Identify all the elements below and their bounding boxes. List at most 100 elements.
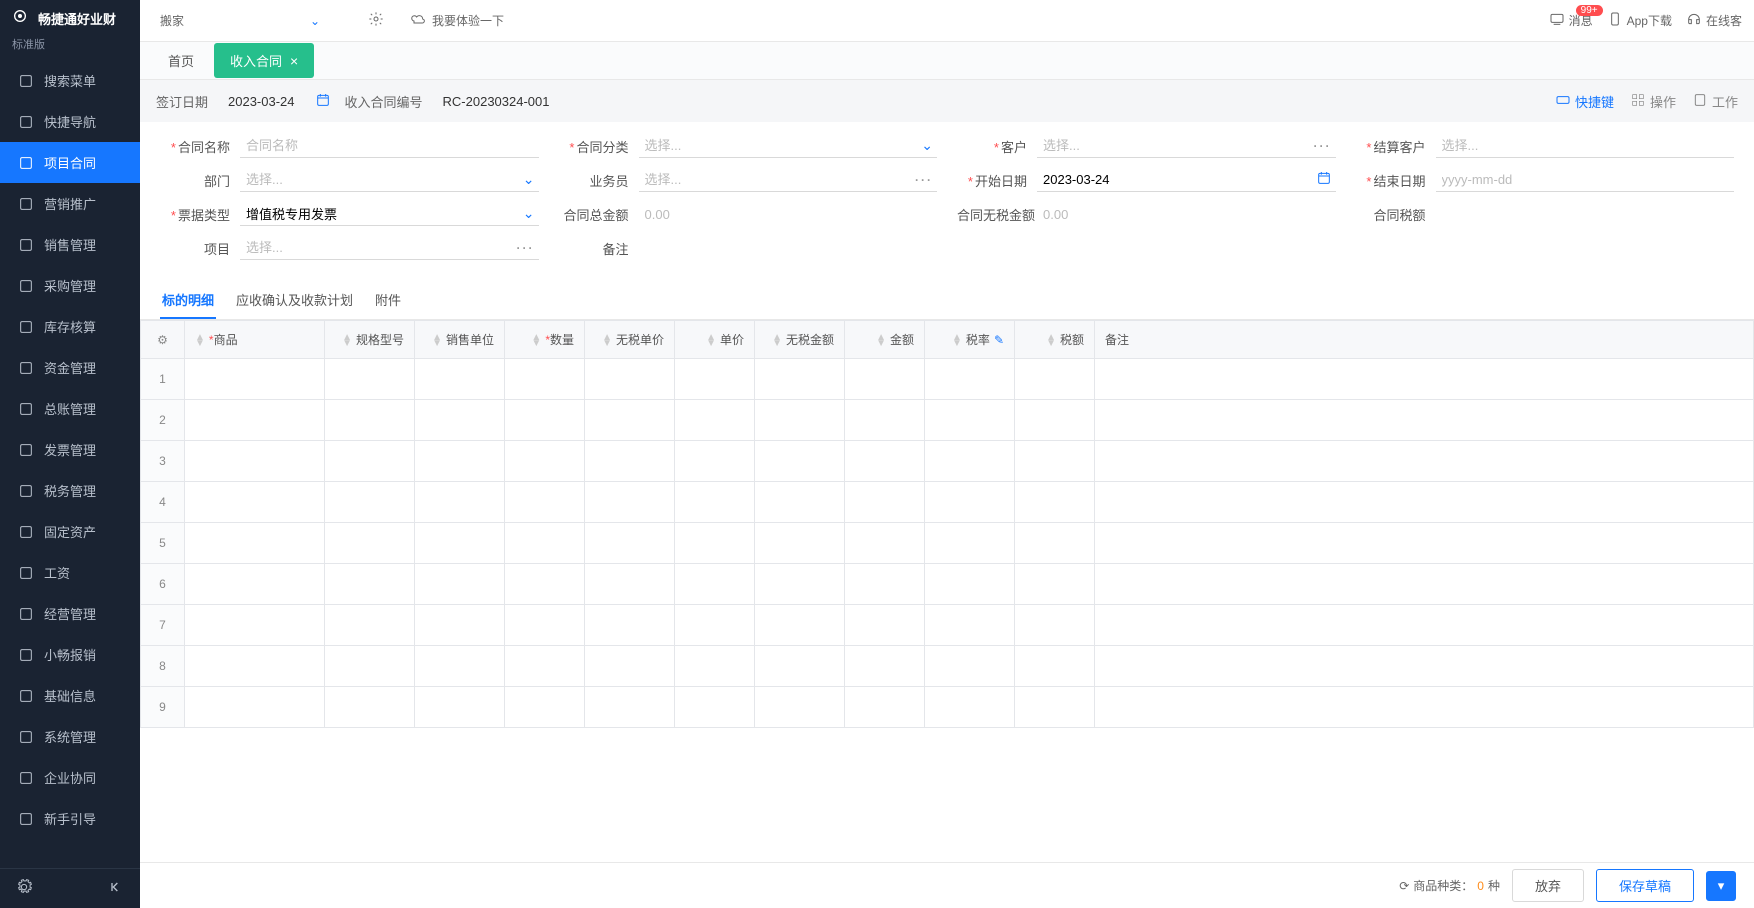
table-cell[interactable] xyxy=(585,564,675,605)
edit-icon[interactable]: ✎ xyxy=(994,333,1004,347)
table-cell[interactable] xyxy=(185,564,325,605)
col-unit[interactable]: ▲▼销售单位 xyxy=(415,321,505,359)
col-price[interactable]: ▲▼单价 xyxy=(675,321,755,359)
table-cell[interactable] xyxy=(845,605,925,646)
table-cell[interactable] xyxy=(845,687,925,728)
sidebar-item-11[interactable]: 固定资产 xyxy=(0,511,140,552)
table-row[interactable]: 4 xyxy=(141,482,1754,523)
table-cell[interactable] xyxy=(415,359,505,400)
table-cell[interactable] xyxy=(925,441,1015,482)
table-row[interactable]: 1 xyxy=(141,359,1754,400)
tab-receivable[interactable]: 应收确认及收款计划 xyxy=(234,282,355,319)
table-cell[interactable] xyxy=(1015,564,1095,605)
table-cell[interactable] xyxy=(1015,646,1095,687)
collapse-icon[interactable] xyxy=(108,879,124,898)
refresh-icon[interactable]: ⟳ xyxy=(1399,879,1409,893)
sidebar-item-15[interactable]: 基础信息 xyxy=(0,675,140,716)
table-cell[interactable] xyxy=(185,687,325,728)
table-cell[interactable] xyxy=(1015,605,1095,646)
table-cell[interactable] xyxy=(585,441,675,482)
table-cell[interactable] xyxy=(415,482,505,523)
table-cell[interactable] xyxy=(1095,605,1754,646)
col-spec[interactable]: ▲▼规格型号 xyxy=(325,321,415,359)
sidebar-item-4[interactable]: 销售管理 xyxy=(0,224,140,265)
col-tax-amount[interactable]: ▲▼税额 xyxy=(1015,321,1095,359)
table-cell[interactable] xyxy=(1015,523,1095,564)
support-button[interactable]: 在线客 xyxy=(1686,11,1742,30)
more-icon[interactable]: ··· xyxy=(911,173,937,187)
col-qty[interactable]: ▲▼*数量 xyxy=(505,321,585,359)
close-icon[interactable]: × xyxy=(290,53,298,69)
project-select[interactable]: ··· xyxy=(240,236,539,260)
settle-customer-select[interactable] xyxy=(1436,134,1735,158)
table-cell[interactable] xyxy=(325,359,415,400)
table-cell[interactable] xyxy=(675,687,755,728)
table-cell[interactable] xyxy=(415,687,505,728)
table-row[interactable]: 3 xyxy=(141,441,1754,482)
col-product[interactable]: ▲▼*商品 xyxy=(185,321,325,359)
table-cell[interactable] xyxy=(845,359,925,400)
table-cell[interactable] xyxy=(925,359,1015,400)
table-cell[interactable] xyxy=(325,646,415,687)
sidebar-item-9[interactable]: 发票管理 xyxy=(0,429,140,470)
table-cell[interactable] xyxy=(325,564,415,605)
table-cell[interactable] xyxy=(845,400,925,441)
table-cell[interactable] xyxy=(325,400,415,441)
table-cell[interactable] xyxy=(925,687,1015,728)
table-cell[interactable] xyxy=(185,359,325,400)
table-cell[interactable] xyxy=(675,605,755,646)
table-cell[interactable] xyxy=(1015,482,1095,523)
table-row[interactable]: 8 xyxy=(141,646,1754,687)
table-cell[interactable] xyxy=(505,646,585,687)
table-cell[interactable] xyxy=(505,359,585,400)
table-cell[interactable] xyxy=(585,605,675,646)
table-cell[interactable] xyxy=(1015,359,1095,400)
sidebar-item-12[interactable]: 工资 xyxy=(0,552,140,593)
table-row[interactable]: 6 xyxy=(141,564,1754,605)
table-cell[interactable] xyxy=(755,605,845,646)
table-cell[interactable] xyxy=(505,564,585,605)
table-cell[interactable] xyxy=(325,687,415,728)
table-cell[interactable] xyxy=(415,400,505,441)
table-cell[interactable] xyxy=(585,646,675,687)
table-cell[interactable] xyxy=(845,564,925,605)
table-cell[interactable] xyxy=(505,605,585,646)
table-cell[interactable] xyxy=(755,646,845,687)
table-cell[interactable] xyxy=(185,400,325,441)
sidebar-item-10[interactable]: 税务管理 xyxy=(0,470,140,511)
table-cell[interactable] xyxy=(505,441,585,482)
table-cell[interactable] xyxy=(325,441,415,482)
table-row[interactable]: 2 xyxy=(141,400,1754,441)
table-cell[interactable] xyxy=(1095,482,1754,523)
calendar-icon[interactable] xyxy=(1312,170,1336,189)
col-remark[interactable]: 备注 xyxy=(1095,321,1754,359)
more-icon[interactable]: ··· xyxy=(513,241,539,255)
table-cell[interactable] xyxy=(845,646,925,687)
remark-input[interactable] xyxy=(639,237,938,260)
sidebar-item-17[interactable]: 企业协同 xyxy=(0,757,140,798)
save-draft-button[interactable]: 保存草稿 xyxy=(1596,869,1694,902)
table-cell[interactable] xyxy=(585,400,675,441)
sidebar-item-0[interactable]: 搜索菜单 xyxy=(0,60,140,101)
sidebar-item-1[interactable]: 快捷导航 xyxy=(0,101,140,142)
table-cell[interactable] xyxy=(925,605,1015,646)
dept-select[interactable]: ⌄ xyxy=(240,168,539,192)
table-cell[interactable] xyxy=(755,400,845,441)
table-cell[interactable] xyxy=(1095,646,1754,687)
table-cell[interactable] xyxy=(675,564,755,605)
sidebar-item-18[interactable]: 新手引导 xyxy=(0,798,140,839)
table-cell[interactable] xyxy=(675,482,755,523)
table-cell[interactable] xyxy=(505,400,585,441)
table-cell[interactable] xyxy=(675,400,755,441)
table-cell[interactable] xyxy=(675,523,755,564)
table-cell[interactable] xyxy=(925,523,1015,564)
experience-button[interactable]: 我要体验一下 xyxy=(400,7,514,34)
table-cell[interactable] xyxy=(415,564,505,605)
table-settings-button[interactable]: ⚙ xyxy=(141,321,185,359)
sidebar-item-8[interactable]: 总账管理 xyxy=(0,388,140,429)
table-cell[interactable] xyxy=(845,523,925,564)
table-cell[interactable] xyxy=(925,646,1015,687)
category-select[interactable]: ⌄ xyxy=(639,134,938,158)
table-cell[interactable] xyxy=(755,564,845,605)
org-settings-icon[interactable] xyxy=(364,7,388,34)
